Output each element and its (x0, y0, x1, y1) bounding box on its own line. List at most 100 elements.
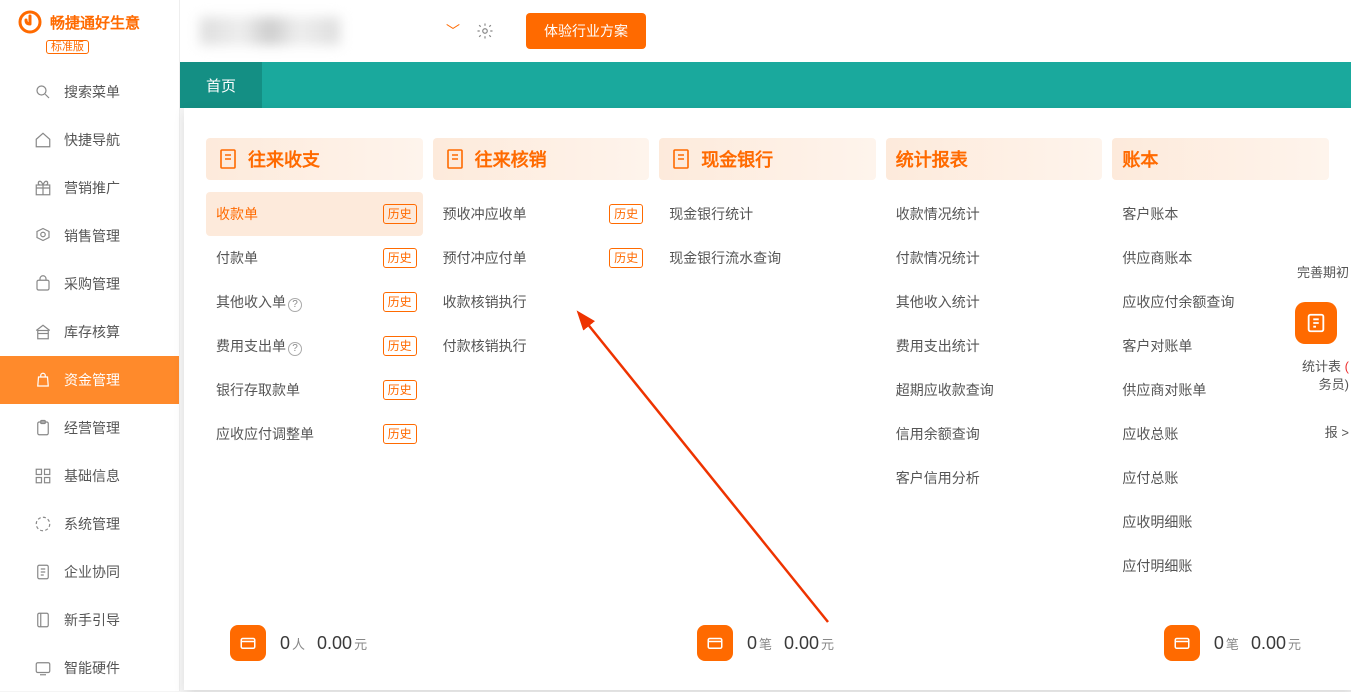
mega-column-title: 往来收支 (248, 146, 320, 172)
mega-column-head: 账本 (1112, 138, 1329, 180)
mega-link-3-5[interactable]: 信用余额查询 (886, 412, 1103, 456)
mega-column-2: 现金银行现金银行统计现金银行流水查询 (659, 138, 876, 680)
history-badge[interactable]: 历史 (383, 204, 417, 224)
sidebar-item-9[interactable]: 系统管理 (0, 500, 179, 548)
book-icon (34, 611, 52, 629)
topbar: ﹀ 体验行业方案 (180, 0, 1351, 62)
mega-link-0-3[interactable]: 费用支出单?历史 (206, 324, 423, 368)
sidebar-item-2[interactable]: 营销推广 (0, 164, 179, 212)
mega-link-0-5[interactable]: 应收应付调整单 历史 (206, 412, 423, 456)
search-icon (34, 83, 52, 101)
mega-link-0-4[interactable]: 银行存取款单历史 (206, 368, 423, 412)
mega-link-label: 应付总账 (1122, 468, 1178, 488)
mega-column-0: 往来收支收款单历史付款单历史其他收入单?历史费用支出单?历史银行存取款单历史应收… (206, 138, 423, 680)
history-badge[interactable]: 历史 (383, 380, 417, 400)
mega-link-1-2[interactable]: 收款核销执行 (433, 280, 650, 324)
sidebar-item-8[interactable]: 基础信息 (0, 452, 179, 500)
sidebar: 畅捷通好生意 标准版 搜索菜单快捷导航营销推广销售管理采购管理库存核算资金管理经… (0, 0, 180, 691)
mega-link-label: 超期应收款查询 (896, 380, 994, 400)
sidebar-item-6[interactable]: 资金管理 (0, 356, 179, 404)
sidebar-item-7[interactable]: 经营管理 (0, 404, 179, 452)
mega-link-4-7[interactable]: 应收明细账 (1112, 500, 1329, 544)
ring-icon (34, 515, 52, 533)
mega-link-1-1[interactable]: 预付冲应付单历史 (433, 236, 650, 280)
mega-link-label: 客户账本 (1122, 204, 1178, 224)
summary-card-0: 0人0.00元 (230, 625, 367, 661)
mega-link-label: 应收应付调整单 (216, 424, 314, 444)
cart-icon (34, 275, 52, 293)
chevron-down-icon[interactable]: ﹀ (446, 21, 460, 41)
mega-link-2-1[interactable]: 现金银行流水查询 (659, 236, 876, 280)
mega-column-head: 现金银行 (659, 138, 876, 180)
brand-logo: 畅捷通好生意 (0, 0, 179, 38)
right-peek-text[interactable]: 报 > (1281, 424, 1351, 442)
sidebar-item-label: 智能硬件 (64, 658, 120, 678)
document-icon (443, 147, 467, 171)
mega-column-3: 统计报表收款情况统计付款情况统计其他收入统计费用支出统计超期应收款查询信用余额查… (886, 138, 1103, 680)
card-icon (1164, 625, 1200, 661)
mega-link-4-6[interactable]: 应付总账 (1112, 456, 1329, 500)
main: ﹀ 体验行业方案 首页 往来收支收款单历史付款单历史其他收入单?历史费用支出单?… (180, 0, 1351, 691)
help-icon[interactable]: ? (288, 298, 302, 312)
sidebar-item-label: 营销推广 (64, 178, 120, 198)
mega-link-label: 现金银行统计 (669, 204, 753, 224)
try-industry-plan-button[interactable]: 体验行业方案 (526, 13, 646, 49)
tab-home[interactable]: 首页 (180, 62, 262, 108)
mega-link-0-2[interactable]: 其他收入单? 历史 (206, 280, 423, 324)
mega-link-3-6[interactable]: 客户信用分析 (886, 456, 1103, 500)
mega-link-1-0[interactable]: 预收冲应收单历史 (433, 192, 650, 236)
clipboard-icon (34, 419, 52, 437)
mega-link-label: 其他收入单? (216, 292, 302, 312)
document-icon (669, 147, 693, 171)
mega-link-1-3[interactable]: 付款核销执行 (433, 324, 650, 368)
history-badge[interactable]: 历史 (383, 424, 417, 444)
mega-column-title: 往来核销 (475, 146, 547, 172)
mega-link-3-0[interactable]: 收款情况统计 (886, 192, 1103, 236)
mega-link-0-0[interactable]: 收款单 历史 (206, 192, 423, 236)
summary-card-1: 0笔0.00元 (697, 625, 834, 661)
history-badge[interactable]: 历史 (383, 292, 417, 312)
card-icon (697, 625, 733, 661)
mega-link-3-4[interactable]: 超期应收款查询 (886, 368, 1103, 412)
mega-link-3-2[interactable]: 其他收入统计 (886, 280, 1103, 324)
stats-icon[interactable] (1295, 302, 1337, 344)
sidebar-item-10[interactable]: 企业协同 (0, 548, 179, 596)
sidebar-item-label: 搜索菜单 (64, 82, 120, 102)
history-badge[interactable]: 历史 (609, 248, 643, 268)
mega-link-label: 供应商对账单 (1122, 380, 1206, 400)
sidebar-item-label: 快捷导航 (64, 130, 120, 150)
sidebar-item-5[interactable]: 库存核算 (0, 308, 179, 356)
mega-link-0-1[interactable]: 付款单历史 (206, 236, 423, 280)
tv-icon (34, 659, 52, 677)
mega-link-label: 付款情况统计 (896, 248, 980, 268)
mega-link-label: 应付明细账 (1122, 556, 1192, 576)
sidebar-item-0[interactable]: 搜索菜单 (0, 68, 179, 116)
history-badge[interactable]: 历史 (383, 248, 417, 268)
mega-column-title: 现金银行 (701, 146, 773, 172)
mega-link-3-1[interactable]: 付款情况统计 (886, 236, 1103, 280)
mega-link-2-0[interactable]: 现金银行统计 (659, 192, 876, 236)
mega-link-4-8[interactable]: 应付明细账 (1112, 544, 1329, 588)
sidebar-item-label: 企业协同 (64, 562, 120, 582)
mega-link-4-0[interactable]: 客户账本 (1112, 192, 1329, 236)
document-icon (216, 147, 240, 171)
sidebar-item-12[interactable]: 智能硬件 (0, 644, 179, 692)
mega-link-label: 收款情况统计 (896, 204, 980, 224)
mega-column-1: 往来核销预收冲应收单历史预付冲应付单历史收款核销执行付款核销执行 (433, 138, 650, 680)
sidebar-item-label: 新手引导 (64, 610, 120, 630)
gift-icon (34, 179, 52, 197)
sidebar-item-11[interactable]: 新手引导 (0, 596, 179, 644)
mega-column-title: 统计报表 (896, 146, 968, 172)
sidebar-item-1[interactable]: 快捷导航 (0, 116, 179, 164)
mega-link-label: 其他收入统计 (896, 292, 980, 312)
history-badge[interactable]: 历史 (383, 336, 417, 356)
mega-link-3-3[interactable]: 费用支出统计 (886, 324, 1103, 368)
sidebar-item-4[interactable]: 采购管理 (0, 260, 179, 308)
sidebar-item-3[interactable]: 销售管理 (0, 212, 179, 260)
right-peek-text: 统计表 ( (1281, 358, 1351, 376)
summary-row: 0人0.00元0笔0.00元0笔0.00元 (210, 615, 1321, 671)
mega-link-label: 收款单 (216, 204, 258, 224)
gear-icon[interactable] (474, 20, 496, 42)
help-icon[interactable]: ? (288, 342, 302, 356)
history-badge[interactable]: 历史 (609, 204, 643, 224)
